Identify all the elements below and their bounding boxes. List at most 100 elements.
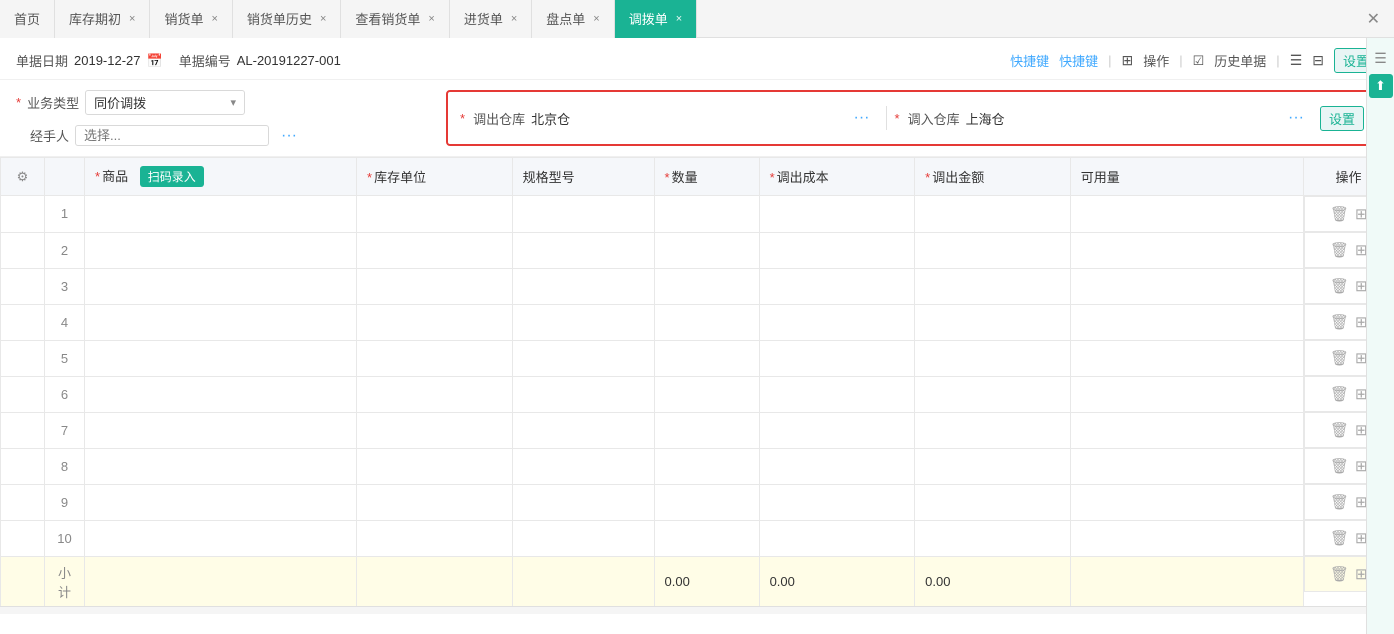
row-cost-cell[interactable] — [759, 304, 915, 340]
tab-close-purchase[interactable]: × — [511, 13, 517, 25]
row-qty-cell[interactable] — [654, 304, 759, 340]
row-cost-cell[interactable] — [759, 448, 915, 484]
tab-transfer[interactable]: 调拨单× — [615, 0, 697, 38]
row-available-cell[interactable] — [1070, 196, 1303, 233]
row-unit-cell[interactable] — [357, 340, 513, 376]
warehouse-in-more-icon[interactable]: ··· — [1280, 109, 1312, 127]
history-label[interactable]: 历史单据 — [1214, 51, 1266, 70]
tab-opening[interactable]: 库存期初× — [55, 0, 150, 38]
tab-sales-history[interactable]: 销货单历史× — [233, 0, 341, 38]
row-product-cell[interactable] — [85, 520, 357, 556]
row-available-cell[interactable] — [1070, 268, 1303, 304]
row-available-cell[interactable] — [1070, 412, 1303, 448]
row-cost-cell[interactable] — [759, 376, 915, 412]
row-qty-cell[interactable] — [654, 232, 759, 268]
row-qty-cell[interactable] — [654, 484, 759, 520]
tab-close-check-sales[interactable]: × — [428, 13, 434, 25]
row-unit-cell[interactable] — [357, 520, 513, 556]
warehouse-setting-button[interactable]: 设置 — [1320, 106, 1364, 131]
row-product-cell[interactable] — [85, 232, 357, 268]
row-available-cell[interactable] — [1070, 520, 1303, 556]
tab-home[interactable]: 首页 — [0, 0, 55, 38]
row-available-cell[interactable] — [1070, 232, 1303, 268]
shortcut-label[interactable]: 快捷键 — [1059, 51, 1098, 70]
row-cost-cell[interactable] — [759, 520, 915, 556]
grid-btn[interactable]: ⊟ — [1312, 52, 1324, 69]
row-delete-icon[interactable]: 🗑 — [1330, 205, 1349, 223]
row-spec-cell[interactable] — [512, 232, 654, 268]
row-spec-cell[interactable] — [512, 340, 654, 376]
row-product-cell[interactable] — [85, 340, 357, 376]
row-product-cell[interactable] — [85, 196, 357, 233]
business-type-select[interactable]: 同价调拨 ▾ — [85, 90, 245, 115]
row-unit-cell[interactable] — [357, 304, 513, 340]
warehouse-out-more-icon[interactable]: ··· — [846, 109, 878, 127]
row-cost-cell[interactable] — [759, 232, 915, 268]
row-spec-cell[interactable] — [512, 448, 654, 484]
shortcut-btn[interactable]: 快捷键 — [1010, 51, 1049, 70]
row-delete-icon[interactable]: 🗑 — [1330, 241, 1349, 259]
row-unit-cell[interactable] — [357, 376, 513, 412]
row-unit-cell[interactable] — [357, 448, 513, 484]
window-close-button[interactable]: ✕ — [1353, 9, 1394, 29]
person-more-icon[interactable]: ··· — [275, 127, 303, 145]
row-unit-cell[interactable] — [357, 412, 513, 448]
row-cost-cell[interactable] — [759, 484, 915, 520]
row-qty-cell[interactable] — [654, 448, 759, 484]
row-qty-cell[interactable] — [654, 340, 759, 376]
row-delete-icon[interactable]: 🗑 — [1330, 349, 1349, 367]
row-product-cell[interactable] — [85, 268, 357, 304]
layout-btn[interactable]: ☰ — [1290, 52, 1303, 69]
row-qty-cell[interactable] — [654, 412, 759, 448]
row-qty-cell[interactable] — [654, 196, 759, 233]
row-spec-cell[interactable] — [512, 412, 654, 448]
row-delete-icon[interactable]: 🗑 — [1330, 529, 1349, 547]
sidebar-list-icon[interactable]: ☰ — [1369, 46, 1393, 70]
tab-check-sales[interactable]: 查看销货单× — [341, 0, 449, 38]
row-product-cell[interactable] — [85, 412, 357, 448]
tab-close-opening[interactable]: × — [129, 13, 135, 25]
row-unit-cell[interactable] — [357, 232, 513, 268]
row-spec-cell[interactable] — [512, 520, 654, 556]
row-product-cell[interactable] — [85, 448, 357, 484]
row-amount-cell[interactable] — [915, 520, 1071, 556]
row-delete-icon[interactable]: 🗑 — [1330, 385, 1349, 403]
row-product-cell[interactable] — [85, 376, 357, 412]
tab-purchase[interactable]: 进货单× — [450, 0, 532, 38]
row-available-cell[interactable] — [1070, 484, 1303, 520]
tab-sales[interactable]: 销货单× — [150, 0, 232, 38]
row-product-cell[interactable] — [85, 484, 357, 520]
row-unit-cell[interactable] — [357, 484, 513, 520]
row-delete-icon[interactable]: 🗑 — [1330, 493, 1349, 511]
row-cost-cell[interactable] — [759, 268, 915, 304]
row-delete-icon[interactable]: 🗑 — [1330, 565, 1349, 583]
scan-button[interactable]: 扫码录入 — [140, 166, 204, 187]
tab-inventory[interactable]: 盘点单× — [532, 0, 614, 38]
person-input[interactable] — [75, 125, 269, 146]
tab-close-transfer[interactable]: × — [676, 13, 682, 25]
row-delete-icon[interactable]: 🗑 — [1330, 457, 1349, 475]
row-amount-cell[interactable] — [915, 196, 1071, 233]
row-spec-cell[interactable] — [512, 268, 654, 304]
row-available-cell[interactable] — [1070, 376, 1303, 412]
row-amount-cell[interactable] — [915, 484, 1071, 520]
row-amount-cell[interactable] — [915, 268, 1071, 304]
row-amount-cell[interactable] — [915, 376, 1071, 412]
row-amount-cell[interactable] — [915, 340, 1071, 376]
row-amount-cell[interactable] — [915, 304, 1071, 340]
row-available-cell[interactable] — [1070, 340, 1303, 376]
row-qty-cell[interactable] — [654, 268, 759, 304]
row-qty-cell[interactable] — [654, 376, 759, 412]
tab-close-inventory[interactable]: × — [593, 13, 599, 25]
row-qty-cell[interactable] — [654, 520, 759, 556]
row-delete-icon[interactable]: 🗑 — [1330, 277, 1349, 295]
row-cost-cell[interactable] — [759, 412, 915, 448]
tab-close-sales[interactable]: × — [211, 13, 217, 25]
row-product-cell[interactable] — [85, 304, 357, 340]
calendar-icon[interactable]: 📅 — [147, 53, 163, 69]
row-cost-cell[interactable] — [759, 196, 915, 233]
tab-close-sales-history[interactable]: × — [320, 13, 326, 25]
settings-icon[interactable]: ⚙ — [17, 169, 29, 184]
row-available-cell[interactable] — [1070, 304, 1303, 340]
row-spec-cell[interactable] — [512, 376, 654, 412]
